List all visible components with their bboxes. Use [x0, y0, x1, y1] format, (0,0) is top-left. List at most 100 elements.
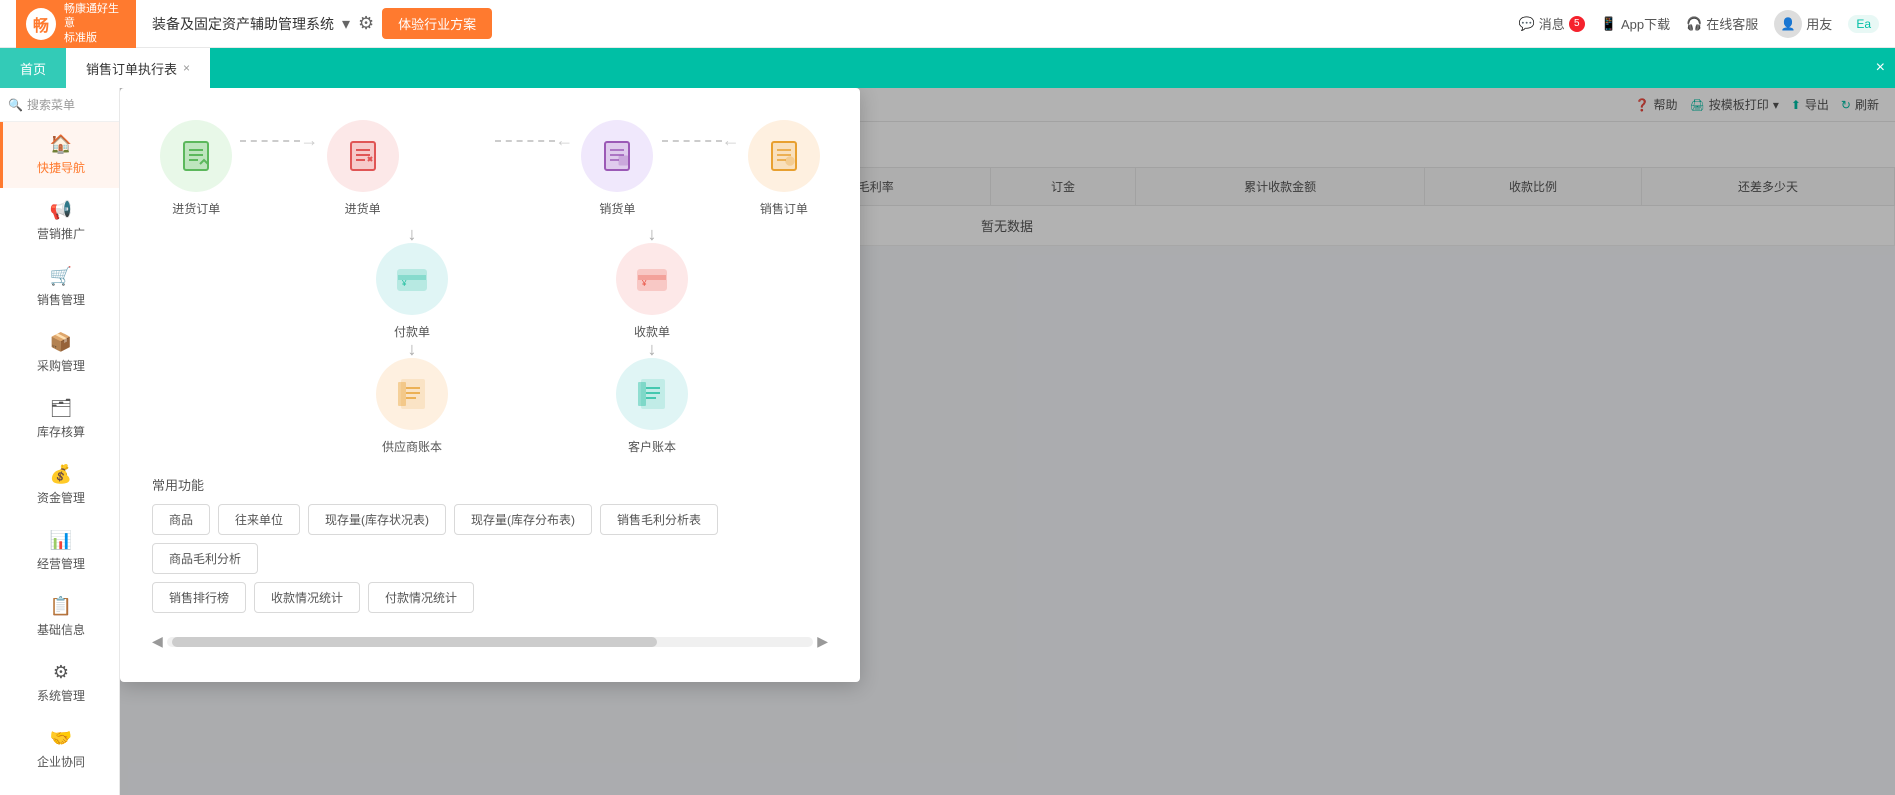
- receipt-circle: ¥: [616, 243, 688, 315]
- customer-ledger-label: 客户账本: [628, 438, 676, 455]
- purchase-order-label: 进货订单: [172, 200, 220, 217]
- func-btn-payment-stats[interactable]: 付款情况统计: [368, 582, 474, 613]
- scroll-thumb: [172, 637, 657, 647]
- purchase-bill-circle: [327, 120, 399, 192]
- header-center: 装备及固定资产辅助管理系统 ▾ ⚙ 体验行业方案: [136, 8, 1519, 39]
- main-layout: 🔍 搜索菜单 🏠 快捷导航 📢 营销推广 🛒 销售管理 📦 采购管理 🗂 库存核…: [0, 88, 1895, 795]
- sidebar-item-inventory[interactable]: 🗂 库存核算: [0, 386, 119, 452]
- modal-box: 进货订单 →: [120, 88, 860, 682]
- nav-tabs-close-all[interactable]: ×: [1876, 59, 1895, 77]
- sidebar-item-basic-info[interactable]: 📋 基础信息: [0, 584, 119, 650]
- flow-col-payment: ↓ ¥ 付款单: [352, 225, 472, 340]
- purchase-bill-label: 进货单: [345, 200, 381, 217]
- flow-row-2-wrapper: ↓ ¥ 付款单: [152, 225, 828, 340]
- search-icon: 🔍: [8, 98, 23, 112]
- func-btn-inventory-dist[interactable]: 现存量(库存分布表): [454, 504, 592, 535]
- flow-node-sales-order[interactable]: 销售订单: [740, 120, 828, 217]
- sidebar: 🔍 搜索菜单 🏠 快捷导航 📢 营销推广 🛒 销售管理 📦 采购管理 🗂 库存核…: [0, 88, 120, 795]
- tab-home-label: 首页: [20, 59, 46, 78]
- func-btn-sales-ranking[interactable]: 销售排行榜: [152, 582, 246, 613]
- enterprise-icon: 🤝: [50, 728, 72, 749]
- func-btn-inventory-status[interactable]: 现存量(库存状况表): [308, 504, 446, 535]
- sidebar-item-marketing[interactable]: 📢 营销推广: [0, 188, 119, 254]
- message-badge: 5: [1569, 16, 1585, 32]
- scroll-right-arrow[interactable]: ▶: [817, 633, 828, 650]
- flow-row-3-wrapper: ↓ 供应商账本: [152, 340, 828, 455]
- customer-ledger-circle: [616, 358, 688, 430]
- sidebar-item-newbie[interactable]: 📖 新手引导: [0, 782, 119, 795]
- func-btn-partners[interactable]: 往来单位: [218, 504, 300, 535]
- flow-node-supplier-ledger[interactable]: 供应商账本: [352, 358, 472, 455]
- logo-icon: 畅: [26, 8, 56, 40]
- sales-bill-label: 销货单: [599, 200, 635, 217]
- flow-node-customer-ledger[interactable]: 客户账本: [592, 358, 712, 455]
- sidebar-item-enterprise[interactable]: 🤝 企业协同: [0, 716, 119, 782]
- supplier-ledger-label: 供应商账本: [382, 438, 442, 455]
- sidebar-item-quick-nav[interactable]: 🏠 快捷导航: [0, 122, 119, 188]
- func-buttons: 商品 往来单位 现存量(库存状况表) 现存量(库存分布表) 销售毛利分析表 商品…: [152, 504, 828, 574]
- settings-icon-btn[interactable]: ⚙: [358, 13, 374, 34]
- svg-text:¥: ¥: [401, 279, 407, 288]
- purchase-order-circle: [160, 120, 232, 192]
- flow-col-receipt: ↓ ¥ 收款单: [592, 225, 712, 340]
- tab-home[interactable]: 首页: [0, 48, 66, 88]
- system-title: 装备及固定资产辅助管理系统: [152, 14, 334, 34]
- payment-label: 付款单: [394, 323, 430, 340]
- flow-node-receipt[interactable]: ¥ 收款单: [592, 243, 712, 340]
- logo-text: 畅康通好生意 标准版: [64, 2, 126, 45]
- sidebar-item-finance[interactable]: 💰 资金管理: [0, 452, 119, 518]
- receipt-label: 收款单: [634, 323, 670, 340]
- nav-tabs: 首页 销售订单执行表 × ×: [0, 48, 1895, 88]
- top-header: 畅 畅康通好生意 标准版 装备及固定资产辅助管理系统 ▾ ⚙ 体验行业方案 💬 …: [0, 0, 1895, 48]
- content-area: ❓ 帮助 🖨 按模板打印 ▾ ⬆ 导出 ↻ 刷新 yyyy-mm-dd 📅: [120, 88, 1895, 795]
- message-icon: 💬: [1519, 16, 1535, 32]
- tab-close-btn[interactable]: ×: [183, 61, 190, 75]
- sidebar-item-operations[interactable]: 📊 经营管理: [0, 518, 119, 584]
- system-dropdown-btn[interactable]: ▾: [342, 14, 350, 34]
- flow-node-sales-bill[interactable]: 销货单: [573, 120, 661, 217]
- flow-node-payment[interactable]: ¥ 付款单: [352, 243, 472, 340]
- flow-node-purchase-order[interactable]: 进货订单: [152, 120, 240, 217]
- func-btn-receipt-stats[interactable]: 收款情况统计: [254, 582, 360, 613]
- arrow-h-3: ←: [662, 130, 740, 207]
- user-area[interactable]: 👤 用友: [1774, 10, 1832, 38]
- func-btn-sales-profit-table[interactable]: 销售毛利分析表: [600, 504, 718, 535]
- finance-icon: 💰: [50, 464, 72, 485]
- app-download-btn[interactable]: 📱 App下载: [1601, 14, 1670, 33]
- sales-bill-circle: [581, 120, 653, 192]
- v-arrow-customer: ↓: [648, 340, 657, 358]
- basic-info-icon: 📋: [50, 596, 72, 617]
- svg-text:¥: ¥: [641, 279, 647, 288]
- inventory-icon: 🗂: [50, 398, 73, 419]
- flow-col-supplier: ↓ 供应商账本: [352, 340, 472, 455]
- logo-area: 畅 畅康通好生意 标准版: [16, 0, 136, 48]
- sidebar-item-purchase[interactable]: 📦 采购管理: [0, 320, 119, 386]
- operations-icon: 📊: [50, 530, 72, 551]
- sales-order-circle: [748, 120, 820, 192]
- quick-nav-icon: 🏠: [50, 134, 72, 155]
- header-right: 💬 消息 5 📱 App下载 🎧 在线客服 👤 用友 Ea: [1519, 10, 1879, 38]
- tab-sales-order-exec-label: 销售订单执行表: [86, 59, 177, 78]
- func-buttons-row2: 销售排行榜 收款情况统计 付款情况统计: [152, 582, 828, 613]
- func-btn-goods[interactable]: 商品: [152, 504, 210, 535]
- avatar: 👤: [1774, 10, 1802, 38]
- sales-order-label: 销售订单: [760, 200, 808, 217]
- tab-sales-order-exec[interactable]: 销售订单执行表 ×: [66, 48, 210, 88]
- flow-node-purchase-bill[interactable]: 进货单: [318, 120, 406, 217]
- sidebar-item-sales[interactable]: 🛒 销售管理: [0, 254, 119, 320]
- modal-scrollbar: ◀ ▶: [152, 633, 828, 650]
- online-service-btn[interactable]: 🎧 在线客服: [1686, 14, 1758, 33]
- func-btn-goods-profit[interactable]: 商品毛利分析: [152, 543, 258, 574]
- user-ea-badge: Ea: [1848, 15, 1879, 33]
- common-functions: 常用功能 商品 往来单位 现存量(库存状况表) 现存量(库存分布表) 销售毛利分…: [152, 475, 828, 613]
- sidebar-item-system[interactable]: ⚙ 系统管理: [0, 650, 119, 716]
- sidebar-search[interactable]: 🔍 搜索菜单: [0, 88, 119, 122]
- scroll-left-arrow[interactable]: ◀: [152, 633, 163, 650]
- trial-btn[interactable]: 体验行业方案: [382, 8, 492, 39]
- payment-circle: ¥: [376, 243, 448, 315]
- system-icon: ⚙: [53, 662, 69, 683]
- modal-overlay: 进货订单 →: [120, 88, 1895, 795]
- message-btn[interactable]: 💬 消息 5: [1519, 14, 1585, 33]
- v-arrow-receipt: ↓: [648, 225, 657, 243]
- marketing-icon: 📢: [50, 200, 72, 221]
